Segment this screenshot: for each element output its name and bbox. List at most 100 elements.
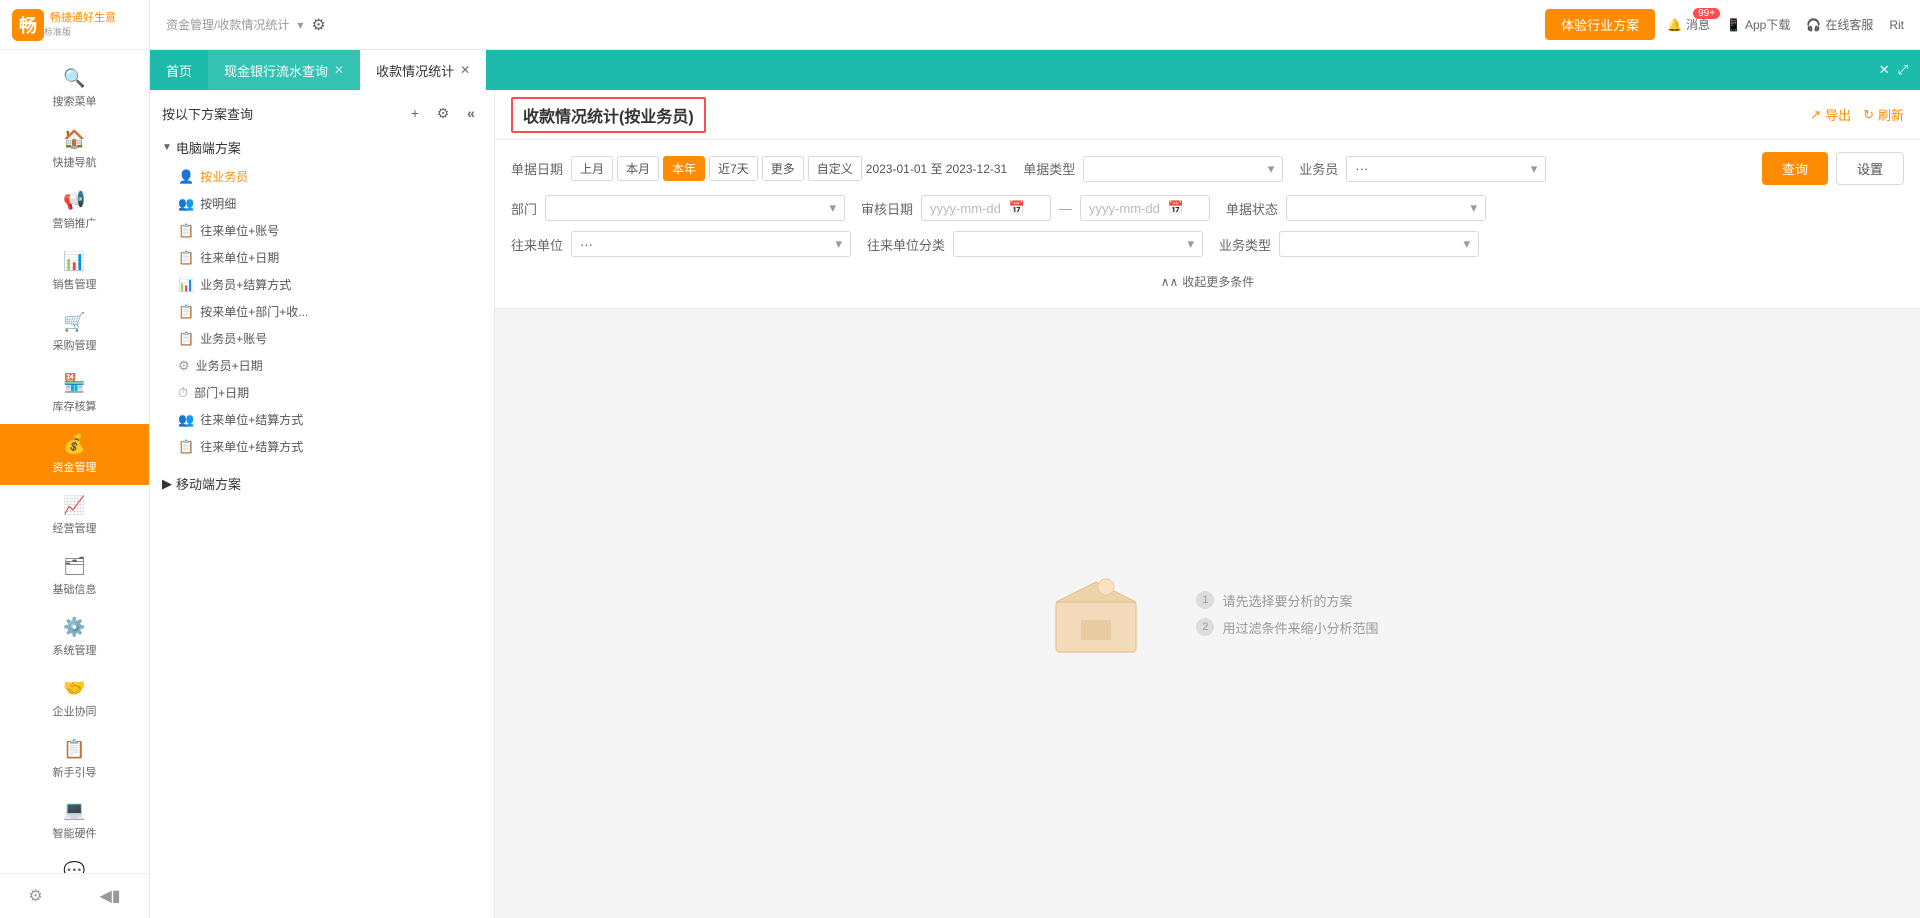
- page-title-box: 收款情况统计(按业务员): [511, 97, 706, 133]
- voucher-status-label: 单据状态: [1226, 199, 1278, 218]
- tab-bank-flow[interactable]: 现金银行流水查询 ✕: [208, 50, 360, 90]
- dept-filter: 部门 ▾: [511, 195, 845, 221]
- collapse-icon: ∧∧: [1161, 275, 1179, 289]
- online-service-button[interactable]: 🎧 在线客服: [1806, 16, 1873, 33]
- content-area: 按以下方案查询 + ⚙ « ▼ 电脑端方案 👤 按业务员: [150, 90, 1920, 918]
- voucher-type-select[interactable]: ▾: [1083, 156, 1283, 182]
- query-button[interactable]: 查询: [1762, 152, 1828, 185]
- sidebar-item-system[interactable]: ⚙️ 系统管理: [0, 607, 149, 668]
- scheme-partner-settlement2[interactable]: 📋 往来单位+结算方式: [170, 433, 482, 460]
- headset-icon: 🎧: [1806, 18, 1821, 32]
- collapse-filter-button[interactable]: ∧∧ 收起更多条件: [511, 267, 1904, 296]
- last-month-btn[interactable]: 上月: [571, 156, 613, 181]
- sidebar-item-hardware[interactable]: 💻 智能硬件: [0, 790, 149, 851]
- sidebar-item-finance[interactable]: 💰 资金管理: [0, 424, 149, 485]
- search-icon: 🔍: [63, 68, 85, 89]
- this-month-btn[interactable]: 本月: [617, 156, 659, 181]
- calendar-icon: 📅: [1168, 200, 1184, 216]
- sidebar-item-warehouse[interactable]: 🏪 库存核算: [0, 363, 149, 424]
- dept-select[interactable]: ▾: [545, 195, 845, 221]
- user-name[interactable]: Rit: [1889, 18, 1904, 32]
- sidebar-item-enterprise[interactable]: 🤝 企业协同: [0, 668, 149, 729]
- topbar: 资金管理/收款情况统计 ▾ ⚙ 体验行业方案 🔔 消息 99+ 📱 App下载 …: [150, 0, 1920, 50]
- sidebar-collapse-btn[interactable]: ◀▮: [99, 886, 120, 906]
- more-icon: ···: [580, 237, 593, 252]
- voucher-status-select[interactable]: ▾: [1286, 195, 1486, 221]
- sidebar-item-basic[interactable]: 🗂 基础信息: [0, 546, 149, 607]
- message-button[interactable]: 🔔 消息 99+: [1667, 16, 1710, 33]
- sidebar-item-wechat[interactable]: 💬 企业微信: [0, 851, 149, 873]
- scheme-by-salesperson[interactable]: 👤 按业务员: [170, 163, 482, 190]
- this-year-btn[interactable]: 本年: [663, 156, 705, 181]
- scheme-by-detail[interactable]: 👥 按明细: [170, 190, 482, 217]
- review-date-start[interactable]: yyyy-mm-dd 📅: [921, 195, 1051, 221]
- data-area: 1 请先选择要分析的方案 2 用过滤条件来缩小分析范围: [495, 309, 1920, 918]
- settings-button[interactable]: 设置: [1836, 152, 1904, 185]
- page-header: 收款情况统计(按业务员) ↗ 导出 ↻ 刷新: [495, 90, 1920, 140]
- scheme-settings-button[interactable]: ⚙: [432, 102, 454, 124]
- date-filter-item: 单据日期 上月 本月 本年 近7天 更多 自定义 2023-01-01 至 20…: [511, 156, 1007, 181]
- sidebar-item-guide[interactable]: 📋 新手引导: [0, 729, 149, 790]
- refresh-button[interactable]: ↻ 刷新: [1863, 105, 1904, 124]
- sidebar-item-sales[interactable]: 📊 销售管理: [0, 241, 149, 302]
- add-scheme-button[interactable]: +: [404, 102, 426, 124]
- last-7-btn[interactable]: 近7天: [709, 156, 758, 181]
- scheme-salesperson-date[interactable]: ⚙ 业务员+日期: [170, 352, 482, 379]
- export-button[interactable]: ↗ 导出: [1810, 105, 1851, 124]
- review-date-label: 审核日期: [861, 199, 913, 218]
- partner-category-select[interactable]: ▾: [953, 231, 1203, 257]
- sidebar-settings-btn[interactable]: ⚙: [28, 886, 42, 906]
- business-type-select[interactable]: ▾: [1279, 231, 1479, 257]
- left-panel-actions: + ⚙ «: [404, 102, 482, 124]
- sidebar-item-label: 采购管理: [53, 337, 97, 353]
- tab-home[interactable]: 首页: [150, 50, 208, 90]
- review-date-end[interactable]: yyyy-mm-dd 📅: [1080, 195, 1210, 221]
- trial-button[interactable]: 体验行业方案: [1545, 9, 1655, 40]
- sidebar-item-marketing[interactable]: 📢 营销推广: [0, 180, 149, 241]
- scheme-partner-account[interactable]: 📋 往来单位+账号: [170, 217, 482, 244]
- sidebar-item-label: 销售管理: [53, 276, 97, 292]
- logo-text: 畅捷通好生意: [50, 11, 116, 25]
- salesperson-select[interactable]: ··· ▾: [1346, 156, 1546, 182]
- mobile-section-title[interactable]: ▶ 移动端方案: [162, 468, 482, 499]
- empty-illustration: [1036, 562, 1156, 665]
- close-icon[interactable]: ✕: [334, 63, 344, 77]
- chart-icon: 📊: [178, 277, 194, 293]
- sidebar-item-label: 新手引导: [53, 764, 97, 780]
- table-icon: 📋: [178, 250, 194, 266]
- sidebar-item-purchase[interactable]: 🛒 采购管理: [0, 302, 149, 363]
- partner-label: 往来单位: [511, 235, 563, 254]
- scheme-salesperson-account[interactable]: 📋 业务员+账号: [170, 325, 482, 352]
- arrow-down-icon: ▼: [162, 142, 172, 153]
- more-btn[interactable]: 更多: [762, 156, 804, 181]
- scheme-by-partner-dept[interactable]: 📋 按来单位+部门+收...: [170, 298, 482, 325]
- collapse-panel-button[interactable]: «: [460, 102, 482, 124]
- calendar-icon: 📅: [1009, 200, 1025, 216]
- sidebar-item-label: 搜索菜单: [53, 93, 97, 109]
- gear-icon[interactable]: ⚙: [311, 15, 325, 35]
- guide-icon: 📋: [63, 739, 85, 760]
- sidebar-item-management[interactable]: 📈 经营管理: [0, 485, 149, 546]
- scheme-partner-date[interactable]: 📋 往来单位+日期: [170, 244, 482, 271]
- app-download-button[interactable]: 📱 App下载: [1726, 16, 1790, 33]
- sidebar-item-search[interactable]: 🔍 搜索菜单: [0, 58, 149, 119]
- page-title: 收款情况统计(按业务员): [523, 109, 694, 126]
- scheme-partner-settlement1[interactable]: 👥 往来单位+结算方式: [170, 406, 482, 433]
- desktop-section-title[interactable]: ▼ 电脑端方案: [162, 132, 482, 163]
- marketing-icon: 📢: [63, 190, 85, 211]
- empty-state: 1 请先选择要分析的方案 2 用过滤条件来缩小分析范围: [1036, 562, 1378, 665]
- scheme-dept-date[interactable]: ⏱ 部门+日期: [170, 379, 482, 406]
- close-icon[interactable]: ✕: [460, 63, 470, 77]
- custom-btn[interactable]: 自定义: [808, 156, 862, 181]
- left-panel-title: 按以下方案查询: [162, 104, 398, 123]
- sidebar-item-label: 库存核算: [53, 398, 97, 414]
- partner-select[interactable]: ··· ▾: [571, 231, 851, 257]
- wechat-icon: 💬: [63, 861, 85, 873]
- arrow-right-icon: ▶: [162, 476, 172, 492]
- maximize-icon[interactable]: ⤢: [1898, 62, 1908, 78]
- scheme-salesperson-settlement[interactable]: 📊 业务员+结算方式: [170, 271, 482, 298]
- tab-collection[interactable]: 收款情况统计 ✕: [360, 50, 486, 90]
- scheme-list: 👤 按业务员 👥 按明细 📋 往来单位+账号 📋 往来单位+日期: [162, 163, 482, 460]
- sidebar-item-quick-nav[interactable]: 🏠 快捷导航: [0, 119, 149, 180]
- close-window-icon[interactable]: ✕: [1879, 62, 1890, 78]
